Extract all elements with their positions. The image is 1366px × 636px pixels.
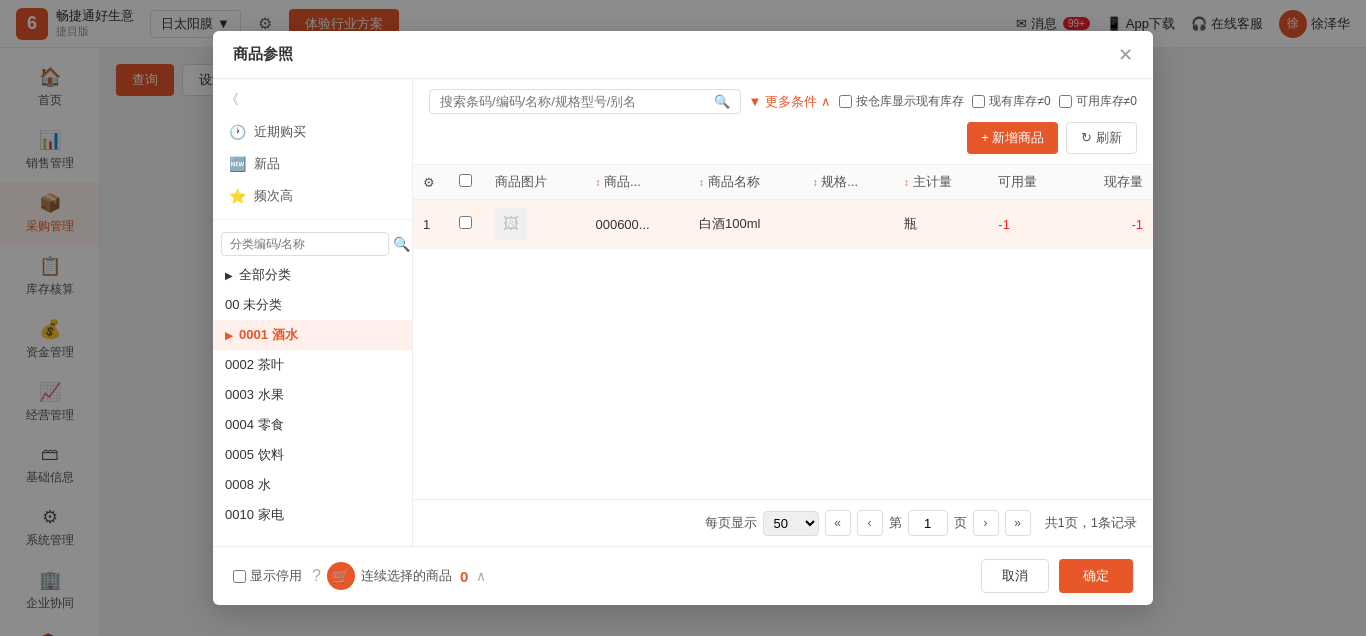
- collapse-button[interactable]: 《: [225, 91, 239, 109]
- category-item-0004[interactable]: 0004 零食: [213, 410, 412, 440]
- available-not-zero-checkbox[interactable]: [1059, 95, 1072, 108]
- row-code: 000600...: [585, 200, 689, 249]
- row-select-checkbox[interactable]: [459, 216, 472, 229]
- row-available: -1: [988, 200, 1070, 249]
- product-image: 🖼: [495, 208, 527, 240]
- recent-icon: 🕐: [229, 124, 246, 140]
- display-disabled-checkbox[interactable]: 显示停用: [233, 567, 302, 585]
- divider: [213, 219, 412, 220]
- left-panel-header: 《: [213, 87, 412, 117]
- cancel-button[interactable]: 取消: [981, 559, 1049, 593]
- per-page-label: 每页显示: [705, 514, 757, 532]
- disabled-checkbox[interactable]: [233, 570, 246, 583]
- row-seq: 1: [413, 200, 449, 249]
- col-code[interactable]: ↕ 商品...: [585, 165, 689, 200]
- table-wrapper: ⚙ 商品图片 ↕ 商品... ↕ 商品名称 ↕ 规格... ↕ 主计量 可用量 …: [413, 165, 1153, 499]
- next-page-button[interactable]: ›: [973, 510, 999, 536]
- checkbox-stock-not-zero[interactable]: 现有库存≠0: [972, 93, 1050, 110]
- product-search-input[interactable]: [440, 94, 710, 109]
- cart-icon: 🛒: [327, 562, 355, 590]
- checkbox-available-not-zero[interactable]: 可用库存≠0: [1059, 93, 1137, 110]
- page-number-input[interactable]: [908, 510, 948, 536]
- category-item-0002[interactable]: 0002 茶叶: [213, 350, 412, 380]
- total-info: 共1页，1条记录: [1045, 514, 1137, 532]
- toolbar: 🔍 ▼ 更多条件 ∧ 按仓库显示现有库存 现有库存≠0: [413, 79, 1153, 165]
- category-search-row: 🔍: [213, 228, 412, 260]
- quick-buttons: 🕐 近期购买 🆕 新品 ⭐ 频次高: [213, 117, 412, 211]
- expand-button[interactable]: ∧: [476, 568, 486, 584]
- row-checkbox[interactable]: [449, 200, 485, 249]
- select-all-checkbox[interactable]: [459, 174, 472, 187]
- category-item-0001[interactable]: ▶ 0001 酒水: [213, 320, 412, 350]
- stock-not-zero-checkbox[interactable]: [972, 95, 985, 108]
- help-icon[interactable]: ?: [312, 567, 321, 585]
- per-page-select[interactable]: 50 20 100: [763, 511, 819, 536]
- quick-btn-recent[interactable]: 🕐 近期购买: [221, 117, 404, 147]
- category-item-00[interactable]: 00 未分类: [213, 290, 412, 320]
- left-panel: 《 🕐 近期购买 🆕 新品 ⭐ 频次高: [213, 79, 413, 546]
- category-item-0010[interactable]: 0010 家电: [213, 500, 412, 530]
- col-image: 商品图片: [485, 165, 585, 200]
- modal-overlay: 商品参照 ✕ 《 🕐 近期购买 🆕 新品: [0, 0, 1366, 636]
- toolbar-right: + 新增商品 ↻ 刷新: [967, 122, 1137, 154]
- col-spec[interactable]: ↕ 规格...: [803, 165, 894, 200]
- prev-page-button[interactable]: ‹: [857, 510, 883, 536]
- first-page-button[interactable]: «: [825, 510, 851, 536]
- col-settings[interactable]: ⚙: [413, 165, 449, 200]
- col-unit[interactable]: ↕ 主计量: [894, 165, 988, 200]
- refresh-button[interactable]: ↻ 刷新: [1066, 122, 1137, 154]
- modal-footer: 显示停用 ? 🛒 连续选择的商品 0 ∧ 取消 确定: [213, 546, 1153, 605]
- right-panel: 🔍 ▼ 更多条件 ∧ 按仓库显示现有库存 现有库存≠0: [413, 79, 1153, 546]
- row-spec: [803, 200, 894, 249]
- category-item-all[interactable]: ▶ 全部分类: [213, 260, 412, 290]
- row-image: 🖼: [485, 200, 585, 249]
- last-page-button[interactable]: »: [1005, 510, 1031, 536]
- quick-btn-new[interactable]: 🆕 新品: [221, 149, 404, 179]
- table-header-row: ⚙ 商品图片 ↕ 商品... ↕ 商品名称 ↕ 规格... ↕ 主计量 可用量 …: [413, 165, 1153, 200]
- product-reference-modal: 商品参照 ✕ 《 🕐 近期购买 🆕 新品: [213, 31, 1153, 605]
- row-unit: 瓶: [894, 200, 988, 249]
- modal-title: 商品参照: [233, 45, 293, 64]
- pagination: 每页显示 50 20 100 « ‹ 第 页 › » 共1页，1条记录: [413, 499, 1153, 546]
- product-table: ⚙ 商品图片 ↕ 商品... ↕ 商品名称 ↕ 规格... ↕ 主计量 可用量 …: [413, 165, 1153, 249]
- col-checkbox[interactable]: [449, 165, 485, 200]
- row-name: 白酒100ml: [689, 200, 803, 249]
- modal-header: 商品参照 ✕: [213, 31, 1153, 79]
- filter-button[interactable]: ▼ 更多条件 ∧: [749, 93, 832, 111]
- page-label: 第: [889, 514, 902, 532]
- category-item-0005[interactable]: 0005 饮料: [213, 440, 412, 470]
- col-available: 可用量: [988, 165, 1070, 200]
- modal-body: 《 🕐 近期购买 🆕 新品 ⭐ 频次高: [213, 79, 1153, 546]
- add-product-button[interactable]: + 新增商品: [967, 122, 1058, 154]
- frequent-icon: ⭐: [229, 188, 246, 204]
- footer-cart: ? 🛒 连续选择的商品 0 ∧: [312, 562, 486, 590]
- modal-close-button[interactable]: ✕: [1118, 46, 1133, 64]
- footer-left: 显示停用: [233, 567, 302, 585]
- checkbox-warehouse[interactable]: 按仓库显示现有库存: [839, 93, 964, 110]
- table-row[interactable]: 1 🖼 000600... 白酒100ml 瓶 -1 -1: [413, 200, 1153, 249]
- category-search-input[interactable]: [221, 232, 389, 256]
- row-stock: -1: [1071, 200, 1153, 249]
- category-list: ▶ 全部分类 00 未分类 ▶ 0001 酒水 0002 茶叶 0003 水果: [213, 260, 412, 538]
- confirm-button[interactable]: 确定: [1059, 559, 1133, 593]
- warehouse-checkbox[interactable]: [839, 95, 852, 108]
- footer-right: 取消 确定: [981, 559, 1133, 593]
- category-item-0008[interactable]: 0008 水: [213, 470, 412, 500]
- search-icon: 🔍: [714, 94, 730, 109]
- col-name[interactable]: ↕ 商品名称: [689, 165, 803, 200]
- category-item-0003[interactable]: 0003 水果: [213, 380, 412, 410]
- filter-icon: ▼: [749, 94, 762, 109]
- cart-count: 0: [460, 568, 468, 585]
- new-icon: 🆕: [229, 156, 246, 172]
- search-bar: 🔍: [429, 89, 741, 114]
- page-unit: 页: [954, 514, 967, 532]
- category-search-icon[interactable]: 🔍: [393, 236, 410, 252]
- quick-btn-frequent[interactable]: ⭐ 频次高: [221, 181, 404, 211]
- col-stock: 现存量: [1071, 165, 1153, 200]
